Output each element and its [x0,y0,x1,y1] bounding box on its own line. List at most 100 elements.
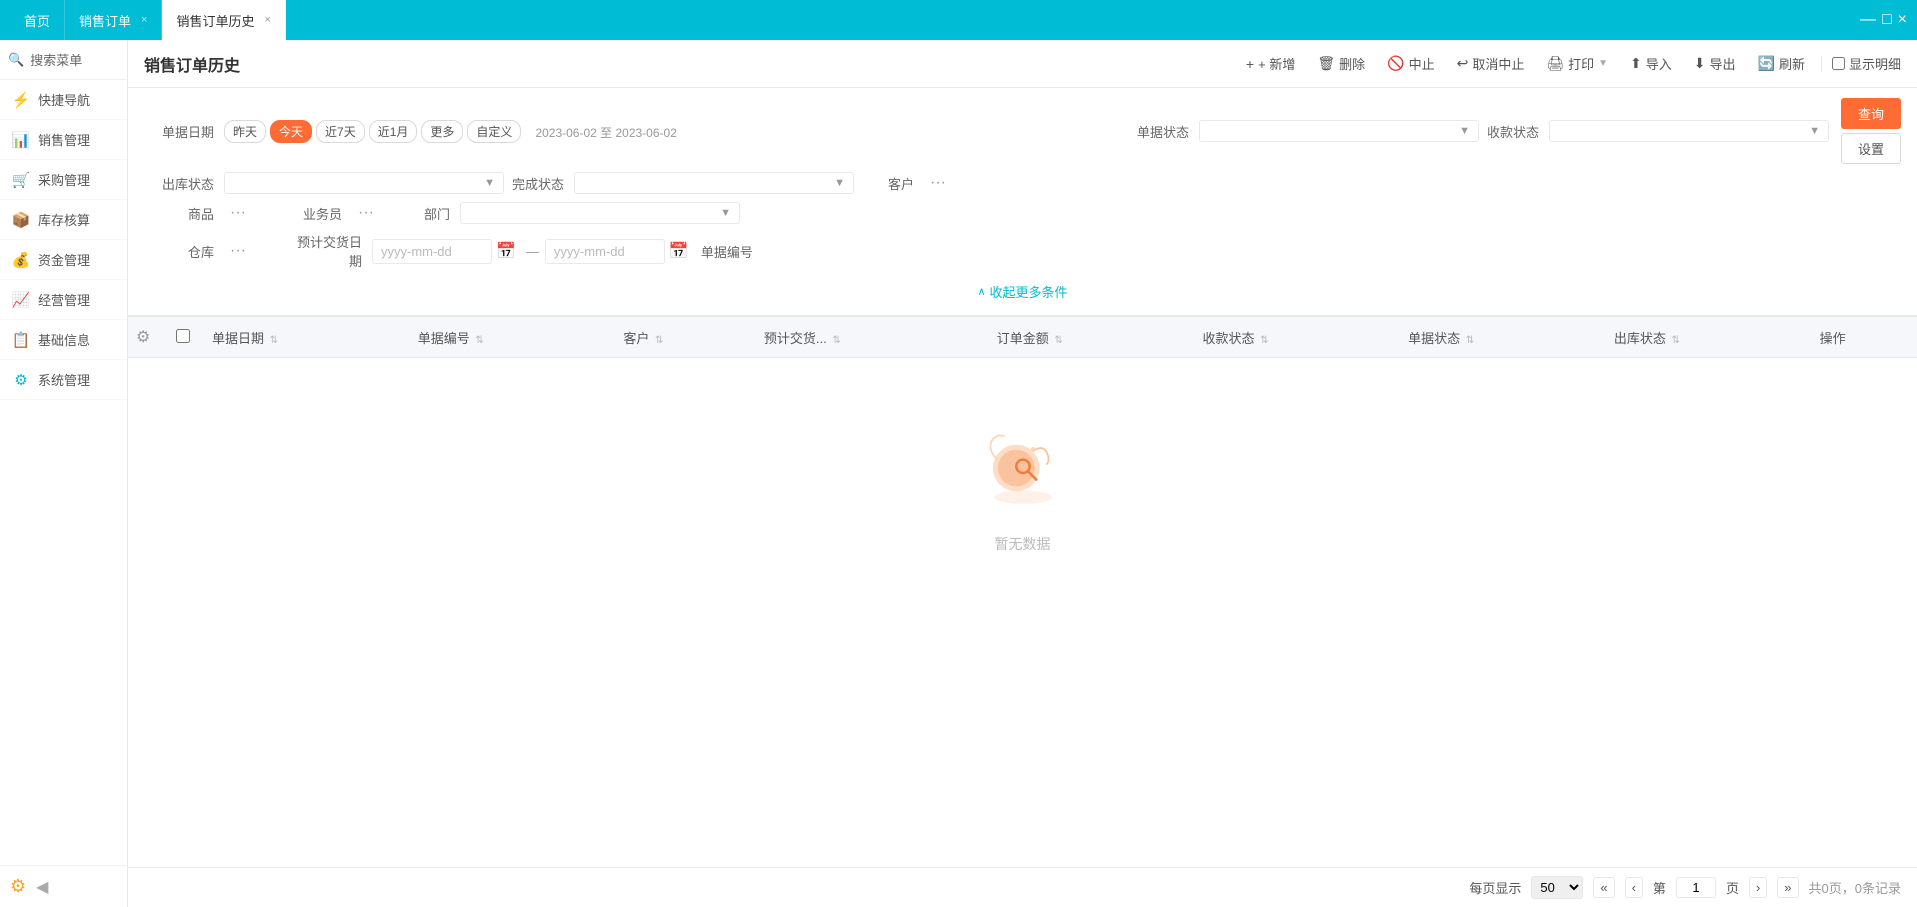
sys-mgmt-icon: ⚙ [12,371,30,389]
warehouse-filter-dots[interactable]: ··· [224,242,252,260]
complete-filter-select[interactable]: ▼ [574,172,854,194]
export-button[interactable]: ⬇ 导出 [1688,50,1742,77]
cancel-stop-button[interactable]: ↩ 取消中止 [1451,50,1531,77]
data-table: ⚙ 单据日期 ⇅ 单据编号 ⇅ [128,316,1917,614]
salesperson-filter-label: 业务员 [292,204,352,223]
minimize-btn[interactable]: — [1860,11,1876,29]
th-customer[interactable]: 客户 ⇅ [615,317,756,358]
outbound-sort-icon: ⇅ [1672,335,1680,346]
table-settings-icon[interactable]: ⚙ [136,329,150,346]
date-quick-buttons: 昨天 今天 近7天 近1月 更多 自定义 [224,120,521,143]
date-btn-7days[interactable]: 近7天 [316,120,365,143]
new-button[interactable]: + + 新增 [1240,50,1301,77]
print-button[interactable]: 🖨 打印 ▼ [1540,50,1614,77]
delivery-dash: — [520,244,545,259]
delivery-calendar-start[interactable]: 📅 [492,241,520,261]
sidebar-item-finance[interactable]: 💰 资金管理 [0,240,127,280]
delivery-date-start[interactable] [372,239,492,264]
th-amount[interactable]: 订单金额 ⇅ [989,317,1195,358]
sales-mgmt-icon: 📊 [12,131,30,149]
per-page-select[interactable]: 50 10 20 100 [1531,876,1583,899]
prev-page-btn[interactable]: ‹ [1625,877,1643,898]
print-icon: 🖨 [1546,55,1564,72]
sidebar-item-quick-nav[interactable]: ⚡ 快捷导航 [0,80,127,120]
outbound-filter-select[interactable]: ▼ [224,172,504,194]
complete-filter-label: 完成状态 [504,174,574,193]
set-button[interactable]: 设置 [1841,133,1901,164]
date-btn-yesterday[interactable]: 昨天 [224,120,266,143]
page-input[interactable] [1676,877,1716,898]
search-icon: 🔍 [8,52,24,68]
tab-sales-history-close[interactable]: × [264,14,270,26]
collapse-button[interactable]: ∧ 收起更多条件 [144,278,1901,305]
empty-row: 暂无数据 [128,358,1917,615]
sidebar-item-sys-mgmt[interactable]: ⚙ 系统管理 [0,360,127,400]
delivery-calendar-end[interactable]: 📅 [665,241,693,261]
new-icon: + [1246,56,1254,72]
date-btn-more[interactable]: 更多 [421,120,463,143]
inventory-icon: 📦 [12,211,30,229]
toolbar-divider [1821,56,1822,72]
th-date[interactable]: 单据日期 ⇅ [204,317,410,358]
refresh-icon: 🔄 [1758,55,1775,72]
filter-area: 单据日期 昨天 今天 近7天 近1月 更多 自定义 2023-06-02 至 2… [128,88,1917,316]
sidebar-item-sales-mgmt[interactable]: 📊 销售管理 [0,120,127,160]
sidebar-collapse-icon[interactable]: ◀ [36,877,48,897]
delete-button[interactable]: 🗑 删除 [1311,50,1371,77]
stop-button[interactable]: 🚫 中止 [1381,50,1440,77]
goods-filter-dots[interactable]: ··· [224,204,252,222]
date-range-text: 2023-06-02 至 2023-06-02 [535,124,676,141]
customer-filter-dots[interactable]: ··· [924,174,952,192]
th-delivery[interactable]: 预计交货... ⇅ [756,317,989,358]
delivery-date-end[interactable] [545,239,665,264]
goods-filter-label: 商品 [144,204,224,223]
first-page-btn[interactable]: « [1593,877,1614,898]
docnum-sort-icon: ⇅ [475,335,483,346]
tab-sales-history[interactable]: 销售订单历史 × [162,0,285,40]
sidebar-item-inventory[interactable]: 📦 库存核算 [0,200,127,240]
th-docnum[interactable]: 单据编号 ⇅ [410,317,616,358]
date-btn-today[interactable]: 今天 [270,120,312,143]
th-settings: ⚙ [128,317,168,358]
query-button[interactable]: 查询 [1841,98,1901,129]
date-filter-label: 单据日期 [144,122,224,141]
th-payment-status[interactable]: 收款状态 ⇅ [1194,317,1400,358]
salesperson-filter-dots[interactable]: ··· [352,204,380,222]
payment-filter-select[interactable]: ▼ [1549,120,1829,142]
th-doc-status[interactable]: 单据状态 ⇅ [1400,317,1606,358]
status-filter-select[interactable]: ▼ [1199,120,1479,142]
outbound-arrow-icon: ▼ [484,177,495,189]
page-title: 销售订单历史 [144,52,240,76]
status-arrow-icon: ▼ [1459,125,1470,137]
sidebar-item-purchase-mgmt[interactable]: 🛒 采购管理 [0,160,127,200]
tab-sales-order[interactable]: 销售订单 × [65,0,162,40]
maximize-btn[interactable]: □ [1882,11,1892,29]
close-btn[interactable]: × [1898,11,1907,29]
tab-sales-order-close[interactable]: × [141,14,147,26]
sidebar-setting-icon[interactable]: ⚙ [10,876,26,897]
collapse-icon: ∧ [977,285,985,298]
delivery-sort-icon: ⇅ [832,335,840,346]
date-btn-custom[interactable]: 自定义 [467,120,521,143]
last-page-btn[interactable]: » [1777,877,1798,898]
sidebar-search[interactable]: 🔍 搜索菜单 [0,40,127,80]
th-ops: 操作 [1812,317,1917,358]
sidebar-item-basic-info[interactable]: 📋 基础信息 [0,320,127,360]
date-btn-1month[interactable]: 近1月 [369,120,418,143]
sidebar-item-operations[interactable]: 📈 经营管理 [0,280,127,320]
doc-status-sort-icon: ⇅ [1466,335,1474,346]
dept-filter-select[interactable]: ▼ [460,202,740,224]
tab-home[interactable]: 首页 [10,0,65,40]
page-suffix-label: 页 [1726,878,1739,897]
refresh-button[interactable]: 🔄 刷新 [1752,50,1811,77]
display-toggle-checkbox[interactable] [1832,57,1845,70]
content-area: 销售订单历史 + + 新增 🗑 删除 🚫 中止 ↩ 取消中止 [128,40,1917,907]
customer-filter-label: 客户 [854,174,924,193]
th-outbound-status[interactable]: 出库状态 ⇅ [1606,317,1812,358]
select-all-checkbox[interactable] [176,329,190,343]
status-filter-label: 单据状态 [1129,122,1199,141]
display-toggle[interactable]: 显示明细 [1832,54,1901,73]
import-button[interactable]: ⬆ 导入 [1624,50,1678,77]
next-page-btn[interactable]: › [1749,877,1767,898]
page-prefix-label: 第 [1653,878,1666,897]
